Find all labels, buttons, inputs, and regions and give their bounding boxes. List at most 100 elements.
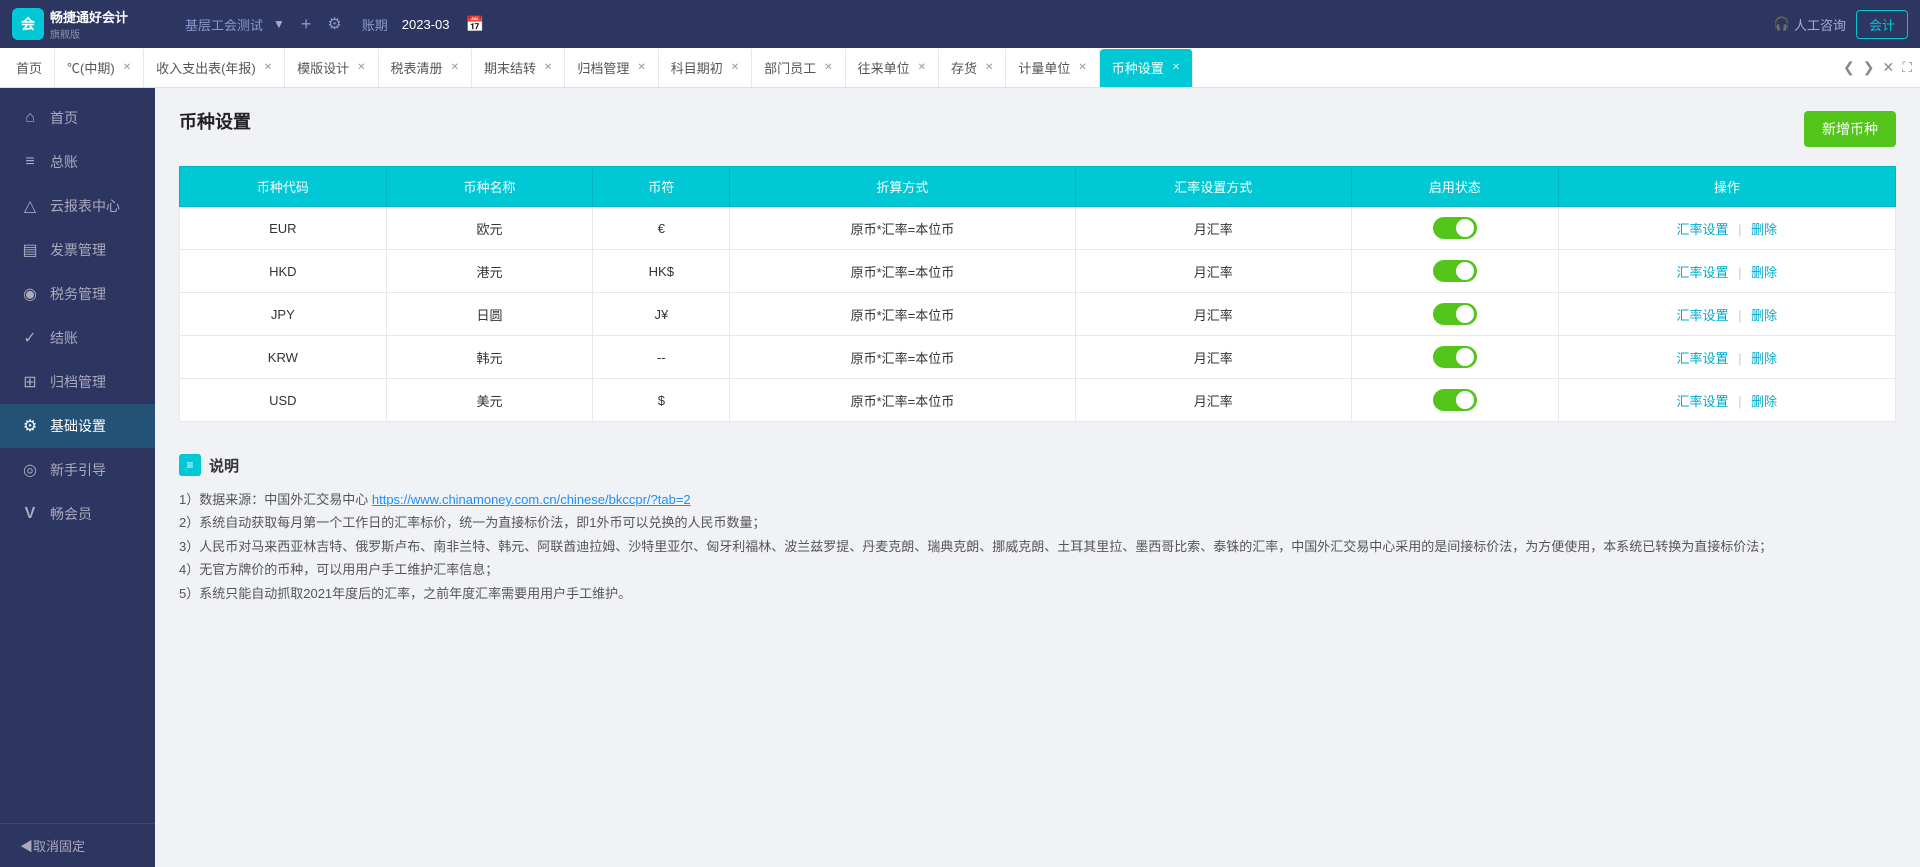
note-item-2: 2）系统自动获取每月第一个工作日的汇率标价，统一为直接标价法，即1外币可以兑换的… [179, 511, 1896, 534]
tab-archive[interactable]: 归档管理 ✕ [565, 49, 658, 87]
tab-units-close[interactable]: ✕ [1078, 62, 1086, 73]
rate-setting-link[interactable]: 汇率设置 [1677, 394, 1729, 409]
tab-contacts[interactable]: 往来单位 ✕ [846, 49, 939, 87]
home-icon: ⌂ [20, 109, 40, 127]
toggle-switch[interactable] [1433, 260, 1477, 282]
tab-income[interactable]: 收入支出表(年报) ✕ [144, 49, 285, 87]
tab-close-all-button[interactable]: ✕ [1878, 59, 1898, 76]
rate-setting-link[interactable]: 汇率设置 [1677, 308, 1729, 323]
tab-template[interactable]: 模版设计 ✕ [285, 49, 378, 87]
delete-link[interactable]: 删除 [1751, 265, 1777, 280]
help-button[interactable]: 🎧 人工咨询 [1774, 15, 1846, 34]
settings-gear-icon[interactable]: ⚙ [327, 14, 341, 34]
ledger-icon: ≡ [20, 153, 40, 171]
tab-inventory[interactable]: 存货 ✕ [939, 49, 1006, 87]
add-icon[interactable]: + [301, 14, 312, 35]
new-currency-button[interactable]: 新增币种 [1804, 111, 1896, 147]
tab-tax-close[interactable]: ✕ [451, 62, 459, 73]
cell-conversion: 原币*汇率=本位币 [730, 207, 1075, 250]
table-header-row: 币种代码 币种名称 币符 折算方式 汇率设置方式 启用状态 操作 [180, 167, 1896, 207]
cell-actions: 汇率设置 | 删除 [1558, 336, 1895, 379]
tab-departments[interactable]: 部门员工 ✕ [752, 49, 845, 87]
cell-actions: 汇率设置 | 删除 [1558, 250, 1895, 293]
cell-symbol: J¥ [593, 293, 730, 336]
rate-setting-link[interactable]: 汇率设置 [1677, 351, 1729, 366]
sidebar-item-archive[interactable]: ⊞ 归档管理 [0, 360, 155, 404]
tab-template-close[interactable]: ✕ [357, 62, 365, 73]
tab-period-end-close[interactable]: ✕ [544, 62, 552, 73]
delete-link[interactable]: 删除 [1751, 394, 1777, 409]
tab-currency[interactable]: 币种设置 ✕ [1100, 49, 1193, 87]
sidebar-footer-pin[interactable]: ◀取消固定 [0, 823, 155, 867]
tab-contacts-close[interactable]: ✕ [918, 62, 926, 73]
settlement-icon: ✓ [20, 328, 40, 348]
tab-fullscreen-button[interactable]: ⛶ [1898, 59, 1916, 76]
table-row: USD 美元 $ 原币*汇率=本位币 月汇率 汇率设置 | 删除 [180, 379, 1896, 422]
calendar-icon[interactable]: 📅 [466, 15, 485, 33]
toggle-slider [1433, 260, 1477, 282]
cell-code: KRW [180, 336, 387, 379]
toggle-slider [1433, 346, 1477, 368]
note-item-3: 3）人民币对马来西亚林吉特、俄罗斯卢布、南非兰特、韩元、阿联酋迪拉姆、沙特里亚尔… [179, 535, 1896, 558]
cell-rate-type: 月汇率 [1075, 250, 1351, 293]
sidebar-item-reports[interactable]: △ 云报表中心 [0, 184, 155, 228]
cell-rate-type: 月汇率 [1075, 336, 1351, 379]
header-right: 🎧 人工咨询 会计 [1774, 10, 1908, 39]
col-symbol: 币符 [593, 167, 730, 207]
sidebar-item-guide[interactable]: ◎ 新手引导 [0, 448, 155, 492]
note-item-1: 1）数据来源：中国外汇交易中心 https://www.chinamoney.c… [179, 488, 1896, 511]
toggle-switch[interactable] [1433, 389, 1477, 411]
action-separator: | [1738, 308, 1741, 323]
tab-inventory-label: 存货 [951, 58, 977, 77]
tab-currency-close[interactable]: ✕ [1172, 62, 1180, 73]
delete-link[interactable]: 删除 [1751, 351, 1777, 366]
reports-icon: △ [20, 196, 40, 216]
app-edition: 旗舰版 [50, 26, 128, 41]
sidebar-item-home[interactable]: ⌂ 首页 [0, 96, 155, 140]
sidebar-item-basic-settings[interactable]: ⚙ 基础设置 [0, 404, 155, 448]
cell-actions: 汇率设置 | 删除 [1558, 293, 1895, 336]
sidebar-item-settlement[interactable]: ✓ 结账 [0, 316, 155, 360]
toggle-switch[interactable] [1433, 303, 1477, 325]
tab-subjects-close[interactable]: ✕ [731, 62, 739, 73]
cell-rate-type: 月汇率 [1075, 207, 1351, 250]
tab-nav-right-button[interactable]: ❯ [1859, 59, 1879, 76]
company-dropdown-icon[interactable]: ▼ [273, 17, 285, 31]
tab-units[interactable]: 计量单位 ✕ [1006, 49, 1099, 87]
tab-tax[interactable]: 税表清册 ✕ [379, 49, 472, 87]
cell-status [1352, 250, 1559, 293]
header-left: 会 畅捷通好会计 旗舰版 基层工会测试 ▼ + ⚙ 账期 2023-03 📅 [12, 7, 484, 41]
tab-nav-left-button[interactable]: ❮ [1839, 59, 1859, 76]
cell-code: USD [180, 379, 387, 422]
tab-balance-mid-label: ℃(中期) [67, 58, 115, 77]
tab-inventory-close[interactable]: ✕ [985, 62, 993, 73]
toggle-switch[interactable] [1433, 217, 1477, 239]
note-header: ≡ 说明 [179, 454, 1896, 476]
tab-home[interactable]: 首页 [4, 49, 55, 87]
col-name: 币种名称 [386, 167, 593, 207]
tab-departments-close[interactable]: ✕ [824, 62, 832, 73]
tab-units-label: 计量单位 [1018, 58, 1070, 77]
sidebar-item-member[interactable]: V 畅会员 [0, 492, 155, 536]
rate-setting-link[interactable]: 汇率设置 [1677, 265, 1729, 280]
account-button[interactable]: 会计 [1856, 10, 1908, 39]
tab-balance-mid[interactable]: ℃(中期) ✕ [55, 49, 144, 87]
tab-template-label: 模版设计 [297, 58, 349, 77]
tab-period-end[interactable]: 期末结转 ✕ [472, 49, 565, 87]
delete-link[interactable]: 删除 [1751, 308, 1777, 323]
sidebar-item-archive-label: 归档管理 [50, 372, 106, 392]
main-layout: ⌂ 首页 ≡ 总账 △ 云报表中心 ▤ 发票管理 ◉ 税务管理 ✓ 结账 ⊞ 归… [0, 88, 1920, 867]
sidebar-item-invoice[interactable]: ▤ 发票管理 [0, 228, 155, 272]
note-link[interactable]: https://www.chinamoney.com.cn/chinese/bk… [372, 492, 691, 507]
sidebar-item-tax[interactable]: ◉ 税务管理 [0, 272, 155, 316]
tab-income-close[interactable]: ✕ [264, 62, 272, 73]
company-name[interactable]: 基层工会测试 [185, 15, 263, 34]
tab-subjects[interactable]: 科目期初 ✕ [659, 49, 752, 87]
tab-archive-close[interactable]: ✕ [637, 62, 645, 73]
toggle-switch[interactable] [1433, 346, 1477, 368]
tab-balance-mid-close[interactable]: ✕ [123, 62, 131, 73]
cell-symbol: -- [593, 336, 730, 379]
sidebar-item-ledger[interactable]: ≡ 总账 [0, 140, 155, 184]
rate-setting-link[interactable]: 汇率设置 [1677, 222, 1729, 237]
delete-link[interactable]: 删除 [1751, 222, 1777, 237]
